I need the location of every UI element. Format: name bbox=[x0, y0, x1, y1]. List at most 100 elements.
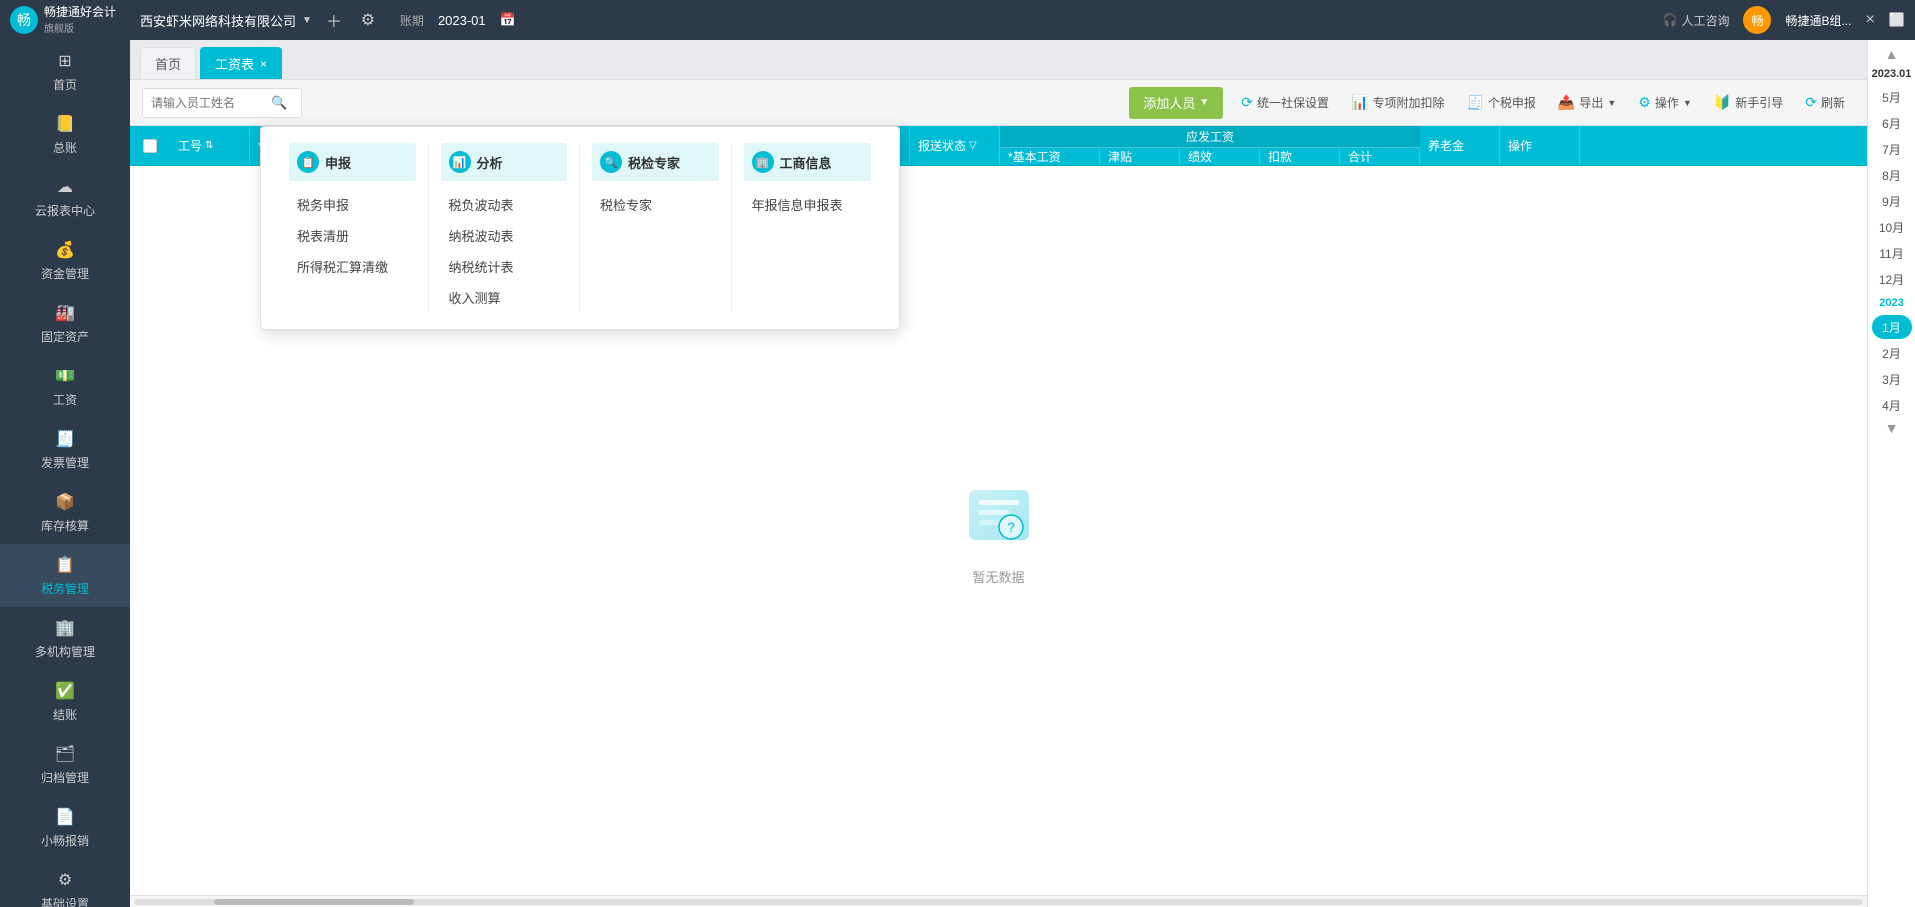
cal-month-2[interactable]: 2月 bbox=[1872, 341, 1912, 365]
tax-stats-item[interactable]: 纳税统计表 bbox=[441, 251, 568, 282]
expert-col-label: 税检专家 bbox=[628, 153, 680, 172]
tax-payment-item[interactable]: 纳税波动表 bbox=[441, 220, 568, 251]
tab-close-icon[interactable]: × bbox=[260, 57, 267, 71]
expert-item[interactable]: 税检专家 bbox=[592, 189, 719, 220]
period-label: 账期 bbox=[400, 12, 424, 29]
th-group-yingfa: 应发工资 *基本工资 津贴 绩效 扣款 合计 bbox=[1000, 126, 1420, 165]
user-name[interactable]: 畅捷通B组... bbox=[1785, 12, 1851, 29]
scroll-thumb[interactable] bbox=[214, 899, 414, 905]
new-guide-button[interactable]: 🔰 新手引导 bbox=[1704, 88, 1793, 118]
header-right: 🎧 人工咨询 畅 畅捷通B组... × ⬜ bbox=[1662, 6, 1905, 34]
refresh-button[interactable]: ⟳ 刷新 bbox=[1795, 88, 1855, 118]
sidebar-label-invoice: 发票管理 bbox=[41, 454, 89, 471]
sidebar-label-home: 首页 bbox=[53, 76, 77, 93]
new-guide-icon: 🔰 bbox=[1714, 94, 1731, 111]
settings-icon[interactable]: ⚙ bbox=[356, 8, 380, 32]
cal-month-6[interactable]: 6月 bbox=[1872, 111, 1912, 135]
logo-area: 畅 畅捷通好会计 旗舰版 bbox=[10, 5, 140, 34]
cal-month-5[interactable]: 5月 bbox=[1872, 85, 1912, 109]
sidebar-item-report[interactable]: 📄 小畅报销 bbox=[0, 796, 130, 859]
calendar-up-button[interactable]: ▲ bbox=[1878, 44, 1906, 64]
cal-month-8[interactable]: 8月 bbox=[1872, 163, 1912, 187]
sidebar-item-basic[interactable]: ⚙ 基础设置 bbox=[0, 859, 130, 907]
social-insurance-icon: ⟳ bbox=[1241, 94, 1253, 111]
dropdown-grid: 📋 申报 税务申报 税表清册 所得税汇算清缴 📊 分析 税负波动表 纳税波动表 … bbox=[277, 143, 883, 313]
cal-month-9[interactable]: 9月 bbox=[1872, 189, 1912, 213]
tax-form-item[interactable]: 税表清册 bbox=[289, 220, 416, 251]
th-id: 工号 ⇅ bbox=[170, 126, 250, 165]
toolbar: 🔍 添加人员 ▼ ⟳ 统一社保设置 📊 专项附加扣除 bbox=[130, 80, 1867, 126]
th-action: 操作 bbox=[1500, 126, 1580, 165]
sidebar-label-multi: 多机构管理 bbox=[35, 643, 95, 660]
dropdown-col-expert: 🔍 税检专家 税检专家 bbox=[580, 143, 732, 313]
period-calendar-icon[interactable]: 📅 bbox=[500, 12, 516, 28]
personal-tax-label: 个税申报 bbox=[1488, 94, 1536, 111]
sidebar-label-tax: 税务管理 bbox=[41, 580, 89, 597]
period-value: 2023-01 bbox=[438, 13, 486, 28]
right-calendar-panel: ▲ 2023.01 5月 6月 7月 8月 9月 10月 11月 12月 202… bbox=[1867, 40, 1915, 907]
sidebar-item-multi[interactable]: 🏢 多机构管理 bbox=[0, 607, 130, 670]
sidebar-item-ledger[interactable]: 📒 总账 bbox=[0, 103, 130, 166]
annual-report-item[interactable]: 年报信息申报表 bbox=[744, 189, 872, 220]
search-input[interactable] bbox=[151, 96, 271, 110]
sidebar-label-cloud: 云报表中心 bbox=[35, 202, 95, 219]
sidebar-item-asset[interactable]: 🏭 固定资产 bbox=[0, 292, 130, 355]
sidebar-item-archive[interactable]: 🗂 归档管理 bbox=[0, 733, 130, 796]
calendar-year-header: 2023.01 bbox=[1872, 64, 1912, 84]
cal-month-7[interactable]: 7月 bbox=[1872, 137, 1912, 161]
sidebar-item-tax[interactable]: 📋 税务管理 bbox=[0, 544, 130, 607]
operation-button[interactable]: ⚙ 操作 ▼ bbox=[1628, 88, 1702, 118]
cal-month-12[interactable]: 12月 bbox=[1872, 267, 1912, 291]
add-company-button[interactable]: ＋ bbox=[322, 8, 346, 32]
sidebar-item-salary[interactable]: 💵 工资 bbox=[0, 355, 130, 418]
sidebar-item-home[interactable]: ⊞ 首页 bbox=[0, 40, 130, 103]
dropdown-col-biz: 🏢 工商信息 年报信息申报表 bbox=[732, 143, 884, 313]
select-all-checkbox[interactable] bbox=[143, 139, 157, 153]
sidebar-item-invoice[interactable]: 🧾 发票管理 bbox=[0, 418, 130, 481]
tab-salary-table[interactable]: 工资表 × bbox=[200, 47, 282, 79]
th-pension: 养老金 bbox=[1420, 126, 1500, 165]
sidebar-item-inventory[interactable]: 📦 库存核算 bbox=[0, 481, 130, 544]
special-deduction-button[interactable]: 📊 专项附加扣除 bbox=[1341, 88, 1454, 118]
sidebar-item-settle[interactable]: ✅ 结账 bbox=[0, 670, 130, 733]
company-selector[interactable]: 西安虾米网络科技有限公司 ▼ bbox=[140, 11, 312, 30]
svg-text:?: ? bbox=[1007, 519, 1015, 535]
tab-salary-label: 工资表 bbox=[215, 54, 254, 73]
calendar-down-button[interactable]: ▼ bbox=[1878, 418, 1906, 438]
restore-button[interactable]: ⬜ bbox=[1889, 12, 1905, 28]
cal-month-1[interactable]: 1月 bbox=[1872, 315, 1912, 339]
th-total: 合计 bbox=[1340, 148, 1420, 165]
cal-month-3[interactable]: 3月 bbox=[1872, 367, 1912, 391]
add-employee-button[interactable]: 添加人员 ▼ bbox=[1129, 87, 1223, 119]
new-guide-label: 新手引导 bbox=[1735, 94, 1783, 111]
inventory-icon: 📦 bbox=[54, 491, 76, 513]
horizontal-scrollbar[interactable] bbox=[130, 895, 1867, 907]
export-button[interactable]: 📤 导出 ▼ bbox=[1548, 88, 1626, 118]
sort-id-icon[interactable]: ⇅ bbox=[205, 140, 213, 151]
service-button[interactable]: 🎧 人工咨询 bbox=[1662, 12, 1729, 29]
tab-home[interactable]: 首页 bbox=[140, 47, 196, 79]
th-checkbox[interactable] bbox=[130, 139, 170, 153]
cal-month-10[interactable]: 10月 bbox=[1872, 215, 1912, 239]
sidebar-item-fund[interactable]: 💰 资金管理 bbox=[0, 229, 130, 292]
income-calc2-item[interactable]: 收入测算 bbox=[441, 282, 568, 313]
search-icon: 🔍 bbox=[271, 95, 287, 111]
tax-burden-item[interactable]: 税负波动表 bbox=[441, 189, 568, 220]
export-label: 导出 bbox=[1579, 94, 1603, 111]
salary-icon: 💵 bbox=[54, 365, 76, 387]
social-insurance-button[interactable]: ⟳ 统一社保设置 bbox=[1231, 88, 1339, 118]
personal-tax-button[interactable]: 🧾 个税申报 bbox=[1456, 88, 1545, 118]
th-allowance: 津贴 bbox=[1100, 148, 1180, 165]
headset-icon: 🎧 bbox=[1662, 13, 1677, 27]
cal-month-11[interactable]: 11月 bbox=[1872, 241, 1912, 265]
sidebar-item-cloud[interactable]: ☁ 云报表中心 bbox=[0, 166, 130, 229]
tax-declare-item[interactable]: 税务申报 bbox=[289, 189, 416, 220]
close-button[interactable]: × bbox=[1865, 11, 1874, 29]
special-deduction-label: 专项附加扣除 bbox=[1372, 94, 1444, 111]
filter-report-icon[interactable]: ▽ bbox=[969, 140, 977, 151]
dropdown-header-biz: 🏢 工商信息 bbox=[744, 143, 872, 181]
cal-month-4[interactable]: 4月 bbox=[1872, 393, 1912, 417]
report-icon: 📄 bbox=[54, 806, 76, 828]
income-calc-item[interactable]: 所得税汇算清缴 bbox=[289, 251, 416, 282]
th-base-salary: *基本工资 bbox=[1000, 148, 1100, 165]
